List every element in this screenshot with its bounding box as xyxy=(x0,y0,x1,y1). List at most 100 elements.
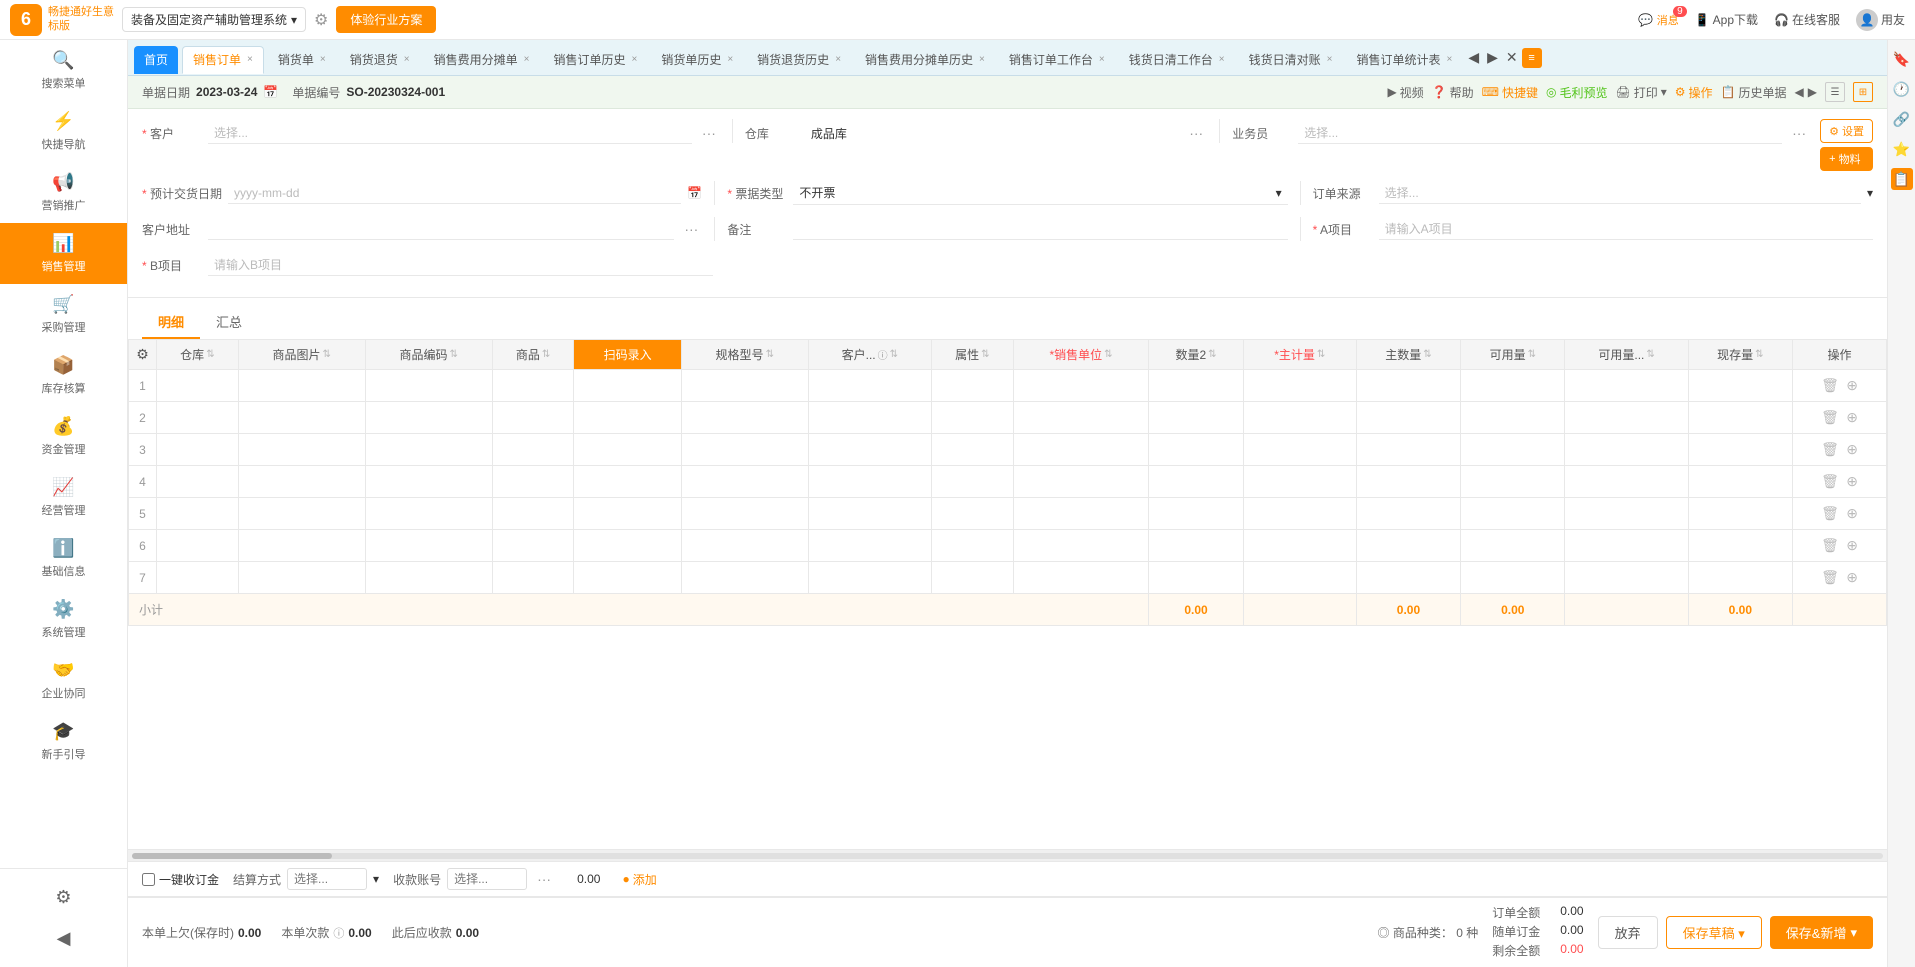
row-7-sales-unit[interactable] xyxy=(1013,562,1149,594)
row-4-attribute[interactable] xyxy=(931,466,1013,498)
row-4-delete-btn[interactable]: 🗑 xyxy=(1819,473,1841,490)
row-7-main-qty[interactable] xyxy=(1356,562,1460,594)
row-3-stock-qty[interactable] xyxy=(1688,434,1792,466)
row-6-available2[interactable] xyxy=(1565,530,1688,562)
row-4-product-img[interactable] xyxy=(238,466,365,498)
row-2-sales-unit[interactable] xyxy=(1013,402,1149,434)
row-7-qty2[interactable] xyxy=(1149,562,1243,594)
row-6-product-code[interactable] xyxy=(365,530,492,562)
tab-history[interactable]: 销售订单历史 × xyxy=(543,46,647,74)
prev-record-btn[interactable]: ◀ xyxy=(1795,85,1804,99)
row-1-qty2[interactable] xyxy=(1149,370,1243,402)
row-3-main-qty[interactable] xyxy=(1356,434,1460,466)
shortcut-action-btn[interactable]: ⌨ 快捷键 xyxy=(1482,84,1538,101)
print-action-btn[interactable]: 🖨 打印 ▾ xyxy=(1616,84,1667,101)
sidebar-item-system[interactable]: ⚙️ 系统管理 xyxy=(0,589,127,650)
right-icon-star[interactable]: ⭐ xyxy=(1891,138,1913,160)
row-4-spec[interactable] xyxy=(681,466,808,498)
row-1-main-qty[interactable] xyxy=(1356,370,1460,402)
row-1-available[interactable] xyxy=(1461,370,1565,402)
row-1-delete-btn[interactable]: 🗑 xyxy=(1819,377,1841,394)
tab-stats[interactable]: 销售订单统计表 × xyxy=(1346,46,1462,74)
row-5-warehouse[interactable] xyxy=(157,498,239,530)
notification-area[interactable]: 💬 9 消息 xyxy=(1638,12,1678,28)
add-payment-btn[interactable]: ● 添加 xyxy=(622,871,656,888)
add-material-btn[interactable]: + 物料 xyxy=(1820,147,1873,171)
tab-expense[interactable]: 销售费用分摊单 × xyxy=(424,46,540,74)
row-6-qty2[interactable] xyxy=(1149,530,1243,562)
row-4-stock-qty[interactable] xyxy=(1688,466,1792,498)
sidebar-item-purchase[interactable]: 🛒 采购管理 xyxy=(0,284,127,345)
row-4-copy-btn[interactable]: ⊕ xyxy=(1844,473,1860,490)
row-6-spec[interactable] xyxy=(681,530,808,562)
row-4-customer-code[interactable] xyxy=(808,466,931,498)
row-1-product-code[interactable] xyxy=(365,370,492,402)
tab-return-close[interactable]: × xyxy=(404,54,410,65)
th-product-code[interactable]: 商品编码 ⇅ xyxy=(365,340,492,370)
row-6-sales-unit[interactable] xyxy=(1013,530,1149,562)
scrollbar-thumb[interactable] xyxy=(132,853,332,859)
sidebar-item-gear[interactable]: ⚙ xyxy=(0,877,127,918)
row-2-product-code[interactable] xyxy=(365,402,492,434)
row-3-main-unit[interactable] xyxy=(1243,434,1356,466)
row-1-spec[interactable] xyxy=(681,370,808,402)
tab-daily-workbench[interactable]: 钱货日清工作台 × xyxy=(1119,46,1235,74)
sidebar-item-management[interactable]: 📈 经营管理 xyxy=(0,467,127,528)
row-7-available[interactable] xyxy=(1461,562,1565,594)
row-6-product-img[interactable] xyxy=(238,530,365,562)
row-7-stock-qty[interactable] xyxy=(1688,562,1792,594)
row-1-warehouse[interactable] xyxy=(157,370,239,402)
row-2-stock-qty[interactable] xyxy=(1688,402,1792,434)
row-6-copy-btn[interactable]: ⊕ xyxy=(1844,537,1860,554)
row-4-qty2[interactable] xyxy=(1149,466,1243,498)
one-click-label[interactable]: 一键收订金 xyxy=(142,871,219,888)
account-more-btn[interactable]: ··· xyxy=(533,871,555,887)
row-2-product-name[interactable] xyxy=(492,402,574,434)
discard-button[interactable]: 放弃 xyxy=(1598,916,1658,949)
tab-expense-hist[interactable]: 销售费用分摊单历史 × xyxy=(855,46,995,74)
b-project-input[interactable] xyxy=(208,255,713,276)
row-6-main-unit[interactable] xyxy=(1243,530,1356,562)
right-icon-clock[interactable]: 🕐 xyxy=(1891,78,1913,100)
sidebar-item-inventory[interactable]: 📦 库存核算 xyxy=(0,345,127,406)
gear-icon[interactable]: ⚙ xyxy=(314,10,328,30)
th-product-img[interactable]: 商品图片 ⇅ xyxy=(238,340,365,370)
row-5-product-img[interactable] xyxy=(238,498,365,530)
layout-grid-icon[interactable]: ⊞ xyxy=(1853,82,1873,102)
row-7-customer-code[interactable] xyxy=(808,562,931,594)
row-4-sales-unit[interactable] xyxy=(1013,466,1149,498)
row-6-warehouse[interactable] xyxy=(157,530,239,562)
delivery-date-input[interactable] xyxy=(228,183,681,204)
row-3-warehouse[interactable] xyxy=(157,434,239,466)
row-3-sales-unit[interactable] xyxy=(1013,434,1149,466)
right-icon-orange[interactable]: 📋 xyxy=(1891,168,1913,190)
detail-tab-detail[interactable]: 明细 xyxy=(142,306,200,339)
row-3-delete-btn[interactable]: 🗑 xyxy=(1819,441,1841,458)
save-new-button[interactable]: 保存&新增 ▾ xyxy=(1770,916,1873,949)
th-available2[interactable]: 可用量... ⇅ xyxy=(1565,340,1688,370)
row-1-stock-qty[interactable] xyxy=(1688,370,1792,402)
tab-next-btn[interactable]: ▶ xyxy=(1483,49,1502,66)
th-warehouse[interactable]: 仓库 ⇅ xyxy=(157,340,239,370)
row-7-spec[interactable] xyxy=(681,562,808,594)
help-action-btn[interactable]: ❓ 帮助 xyxy=(1432,84,1474,101)
right-icon-link[interactable]: 🔗 xyxy=(1891,108,1913,130)
sidebar-item-marketing[interactable]: 📢 营销推广 xyxy=(0,162,127,223)
tab-sales[interactable]: 销货单 × xyxy=(268,46,336,74)
settings-btn[interactable]: ⚙ 设置 xyxy=(1820,119,1873,143)
row-6-available[interactable] xyxy=(1461,530,1565,562)
a-project-input[interactable] xyxy=(1379,219,1873,240)
th-spec[interactable]: 规格型号 ⇅ xyxy=(681,340,808,370)
th-qty2[interactable]: 数量2 ⇅ xyxy=(1149,340,1243,370)
row-5-sales-unit[interactable] xyxy=(1013,498,1149,530)
row-6-product-name[interactable] xyxy=(492,530,574,562)
operation-action-btn[interactable]: ⚙ 操作 xyxy=(1675,84,1713,101)
customer-more-btn[interactable]: ··· xyxy=(698,125,720,141)
th-main-qty[interactable]: 主数量 ⇅ xyxy=(1356,340,1460,370)
row-6-customer-code[interactable] xyxy=(808,530,931,562)
row-7-copy-btn[interactable]: ⊕ xyxy=(1844,569,1860,586)
row-5-main-qty[interactable] xyxy=(1356,498,1460,530)
history-action-btn[interactable]: 📋 历史单据 xyxy=(1721,84,1787,101)
row-3-product-img[interactable] xyxy=(238,434,365,466)
row-2-spec[interactable] xyxy=(681,402,808,434)
